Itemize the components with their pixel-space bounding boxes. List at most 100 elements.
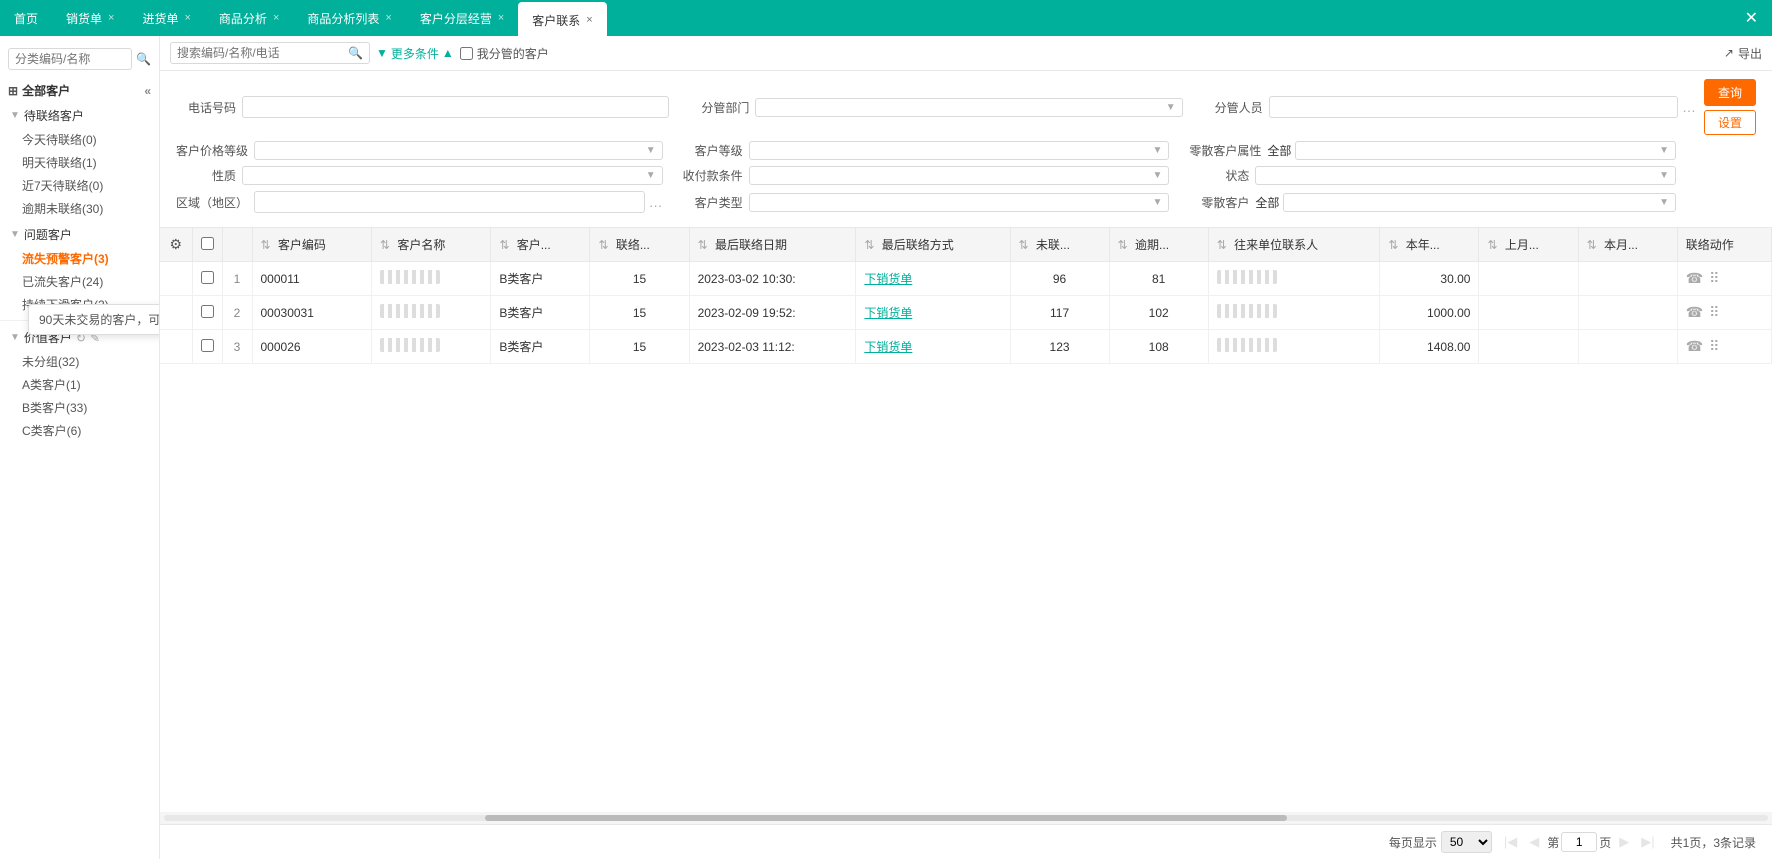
cell-last-method-2[interactable]: 下销货单 (856, 296, 1010, 330)
col-overdue-header[interactable]: ⇅ 逾期... (1109, 228, 1208, 262)
col-checkbox-header[interactable] (192, 228, 222, 262)
col-contacts-header[interactable]: ⇅ 联络... (590, 228, 689, 262)
first-page-button[interactable]: |◀ (1500, 834, 1521, 850)
tab-customer-layer[interactable]: 客户分层经营 × (406, 0, 518, 36)
tab-analysis[interactable]: 商品分析 × (205, 0, 293, 36)
col-settings[interactable]: ⚙ (160, 228, 192, 262)
sidebar-group-pending-label: 待联络客户 (24, 107, 84, 124)
tab-sales[interactable]: 销货单 × (52, 0, 128, 36)
manager-more-icon[interactable]: … (1682, 99, 1696, 115)
query-button[interactable]: 查询 (1704, 79, 1756, 106)
col-code-header[interactable]: ⇅ 客户编码 (252, 228, 371, 262)
last-method-link-2[interactable]: 下销货单 (864, 306, 912, 320)
filter-select-customer-level[interactable]: ▼ (749, 141, 1170, 160)
col-last-date-header[interactable]: ⇅ 最后联络日期 (689, 228, 856, 262)
row-checkbox-1[interactable] (201, 271, 214, 284)
next-page-button[interactable]: ▶ (1615, 834, 1633, 850)
cell-settings-2 (160, 296, 192, 330)
sidebar-search-icon[interactable]: 🔍 (136, 52, 151, 66)
col-no-contact-header[interactable]: ⇅ 未联... (1010, 228, 1109, 262)
cell-last-method-3[interactable]: 下销货单 (856, 330, 1010, 364)
row-checkbox-2[interactable] (201, 305, 214, 318)
col-level-header[interactable]: ⇅ 客户... (491, 228, 590, 262)
my-customers-check[interactable] (460, 47, 473, 60)
sidebar-all-customers[interactable]: ⊞ 全部客户 « (0, 78, 159, 103)
filter-label-payment: 收付款条件 (683, 167, 743, 184)
filter-select-customer-type[interactable]: ▼ (749, 193, 1170, 212)
tab-customer-layer-close[interactable]: × (498, 12, 504, 24)
sidebar-item-today[interactable]: 今天待联络(0) (0, 128, 159, 151)
action-contact-icon-1[interactable]: ☎ (1686, 270, 1703, 287)
sidebar-group-problem-title[interactable]: ▼ 问题客户 (0, 222, 159, 247)
filter-select-nature[interactable]: ▼ (242, 166, 663, 185)
filter-select-price-level[interactable]: ▼ (254, 141, 663, 160)
last-page-button[interactable]: ▶| (1637, 834, 1658, 850)
sidebar-item-overdue[interactable]: 逾期未联络(30) (0, 197, 159, 220)
col-this-month-header[interactable]: ⇅ 本月... (1578, 228, 1677, 262)
tab-purchase[interactable]: 进货单 × (128, 0, 204, 36)
filter-select-status[interactable]: ▼ (1255, 166, 1676, 185)
toolbar-my-customers-checkbox[interactable]: 我分管的客户 (460, 45, 549, 62)
filter-select-retail-customer[interactable]: ▼ (1283, 193, 1676, 212)
tab-home[interactable]: 首页 (0, 0, 52, 36)
sidebar-item-b-class[interactable]: B类客户(33) (0, 396, 159, 419)
sidebar-item-c-class[interactable]: C类客户(6) (0, 419, 159, 442)
filter-input-region[interactable] (254, 191, 645, 213)
sidebar-item-ungroup[interactable]: 未分组(32) (0, 350, 159, 373)
tab-analysis-list[interactable]: 商品分析列表 × (293, 0, 405, 36)
toolbar-filter-button[interactable]: ▼ 更多条件 ▲ (376, 45, 454, 62)
col-settings-icon[interactable]: ⚙ (169, 236, 182, 252)
tab-analysis-list-close[interactable]: × (385, 12, 391, 24)
col-name-header[interactable]: ⇅ 客户名称 (371, 228, 490, 262)
filter-input-manager[interactable] (1269, 96, 1678, 118)
filter-select-retail-attr[interactable]: ▼ (1295, 141, 1676, 160)
per-page-select[interactable]: 50 100 200 (1441, 831, 1492, 853)
action-more-icon-3[interactable]: ⠿ (1709, 338, 1719, 355)
tab-customer-contact[interactable]: 客户联系 × (518, 2, 606, 38)
sidebar-item-tomorrow[interactable]: 明天待联络(1) (0, 151, 159, 174)
horizontal-scrollbar[interactable] (160, 812, 1772, 824)
sidebar-collapse-button[interactable]: « (144, 84, 151, 98)
action-more-icon-2[interactable]: ⠿ (1709, 304, 1719, 321)
col-last-method-header[interactable]: ⇅ 最后联络方式 (856, 228, 1010, 262)
col-unit-contact-header[interactable]: ⇅ 往来单位联系人 (1208, 228, 1380, 262)
export-button[interactable]: ↗ 导出 (1724, 45, 1762, 62)
cell-checkbox-2[interactable] (192, 296, 222, 330)
tab-analysis-close[interactable]: × (273, 12, 279, 24)
sidebar-search-input[interactable] (8, 48, 132, 70)
tab-sales-close[interactable]: × (108, 12, 114, 24)
last-method-link-1[interactable]: 下销货单 (864, 272, 912, 286)
region-more-icon[interactable]: … (649, 194, 663, 210)
filter-input-phone[interactable] (242, 96, 669, 118)
settings-button[interactable]: 设置 (1704, 110, 1756, 135)
select-all-checkbox[interactable] (201, 237, 214, 250)
sidebar-item-a-class[interactable]: A类客户(1) (0, 373, 159, 396)
sidebar-item-churned[interactable]: 已流失客户(24) (0, 270, 159, 293)
tab-purchase-close[interactable]: × (184, 12, 190, 24)
sidebar-group-pending-title[interactable]: ▼ 待联络客户 (0, 103, 159, 128)
toolbar-search-icon[interactable]: 🔍 (348, 46, 363, 60)
col-last-month-header[interactable]: ⇅ 上月... (1479, 228, 1578, 262)
action-contact-icon-3[interactable]: ☎ (1686, 338, 1703, 355)
action-more-icon-1[interactable]: ⠿ (1709, 270, 1719, 287)
sidebar-item-churn-warning[interactable]: 流失预警客户(3) (0, 247, 159, 270)
row-checkbox-3[interactable] (201, 339, 214, 352)
cell-action-2: ☎ ⠿ (1677, 296, 1771, 330)
toolbar-search-input[interactable] (177, 46, 344, 60)
cell-checkbox-1[interactable] (192, 262, 222, 296)
scrollbar-thumb[interactable] (485, 815, 1287, 821)
cell-checkbox-3[interactable] (192, 330, 222, 364)
last-method-link-3[interactable]: 下销货单 (864, 340, 912, 354)
cell-contacts-3: 15 (590, 330, 689, 364)
filter-select-payment[interactable]: ▼ (749, 166, 1170, 185)
sidebar-item-7days[interactable]: 近7天待联络(0) (0, 174, 159, 197)
col-this-year-header[interactable]: ⇅ 本年... (1380, 228, 1479, 262)
cell-last-method-1[interactable]: 下销货单 (856, 262, 1010, 296)
sort-icon8: ⇅ (1118, 238, 1128, 252)
action-contact-icon-2[interactable]: ☎ (1686, 304, 1703, 321)
filter-select-dept[interactable]: ▼ (755, 98, 1182, 117)
window-close-button[interactable]: ✕ (1731, 8, 1772, 28)
tab-customer-contact-close[interactable]: × (586, 14, 592, 26)
prev-page-button[interactable]: ◀ (1525, 834, 1543, 850)
page-number-input[interactable] (1561, 832, 1597, 852)
